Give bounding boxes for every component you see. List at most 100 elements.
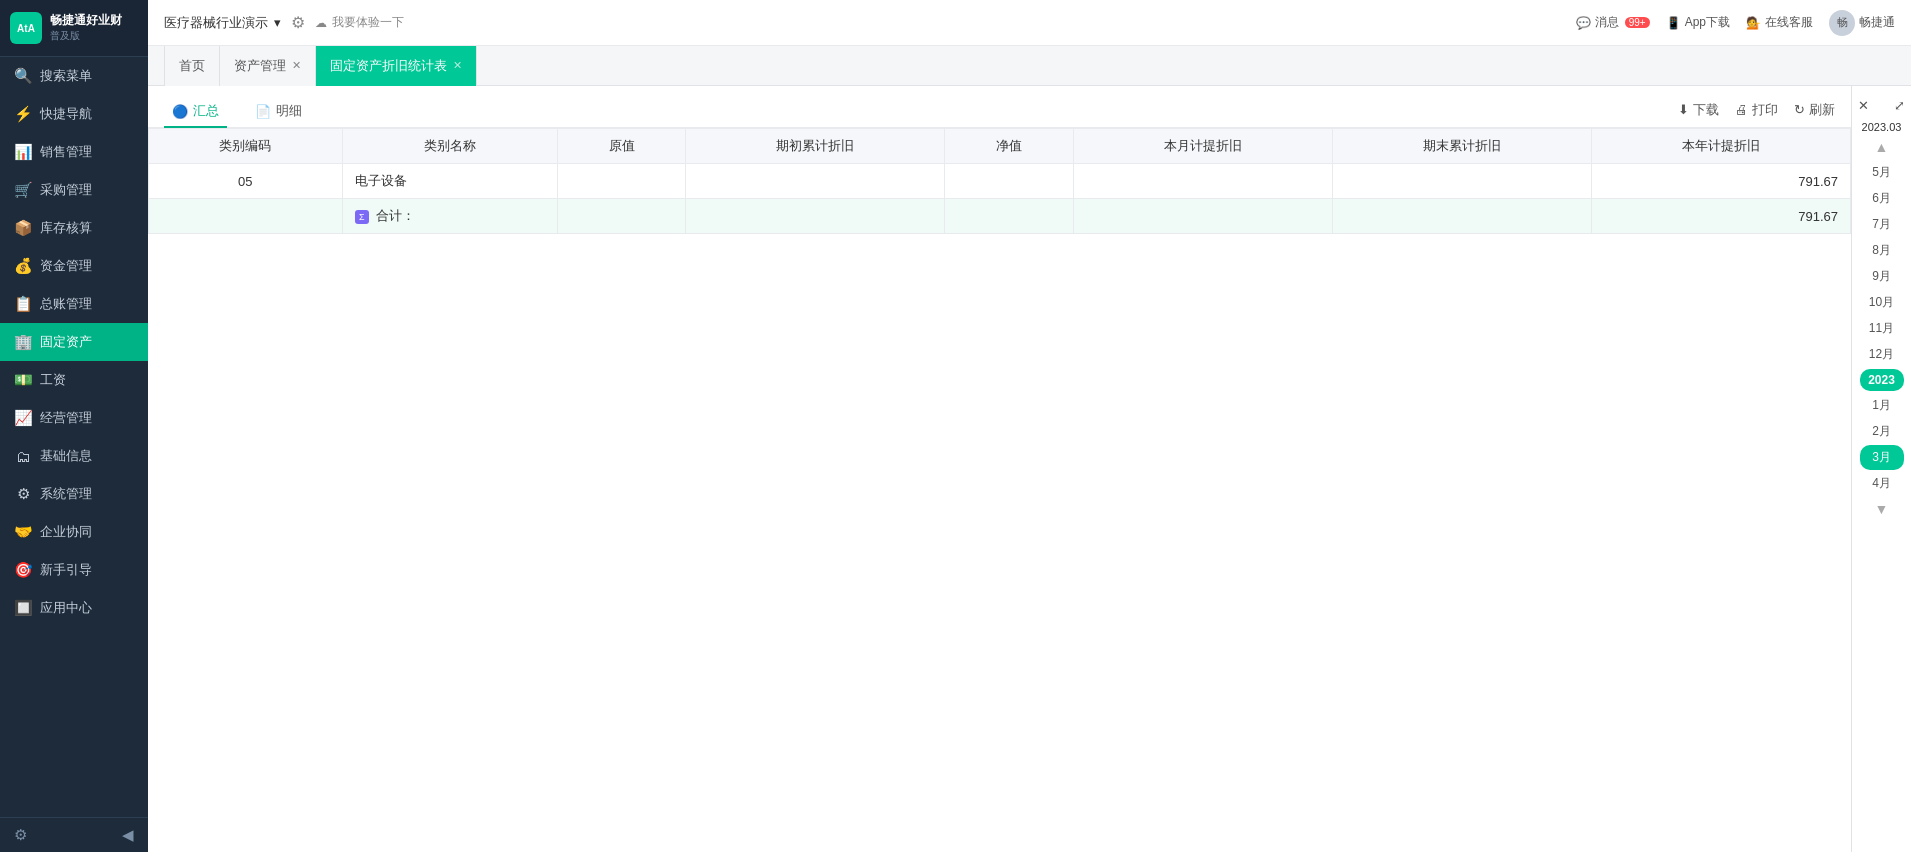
message-badge: 99+	[1625, 17, 1650, 28]
nav-icon-fixed-assets: 🏢	[14, 333, 32, 351]
panel-close-icon[interactable]: ✕	[1858, 98, 1869, 113]
sidebar-item-guide[interactable]: 🎯新手引导	[0, 551, 148, 589]
online-service-btn[interactable]: 💁 在线客服	[1746, 14, 1813, 31]
cell-end-acc	[1332, 164, 1591, 199]
col-end-acc: 期末累计折旧	[1332, 129, 1591, 164]
topbar-settings-icon[interactable]: ⚙	[291, 13, 305, 32]
month-9[interactable]: 9月	[1860, 264, 1904, 289]
year-marker[interactable]: 2023	[1860, 369, 1904, 391]
months-current-list: 1月 2月 3月 4月	[1860, 392, 1904, 497]
right-date-panel: ✕ ⤢ 2023.03 ▲ 5月 6月 7月 8月 9月 10月 11月 12月…	[1851, 86, 1911, 852]
col-code: 类别编码	[149, 129, 343, 164]
month-10[interactable]: 10月	[1860, 290, 1904, 315]
cell-begin-acc	[686, 164, 945, 199]
cell-code: 05	[149, 164, 343, 199]
service-icon: 💁	[1746, 16, 1761, 30]
month-7[interactable]: 7月	[1860, 212, 1904, 237]
nav-icon-fund: 💰	[14, 257, 32, 275]
experience-btn[interactable]: ☁ 我要体验一下	[315, 14, 404, 31]
app-icon: 📱	[1666, 16, 1681, 30]
cell-monthly	[1073, 164, 1332, 199]
tab-close-depreciation[interactable]: ✕	[453, 59, 462, 72]
tab-depreciation-report[interactable]: 固定资产折旧统计表 ✕	[316, 46, 477, 86]
depreciation-table: 类别编码 类别名称 原值 期初累计折旧 净值 本月计提折旧 期末累计折旧 本年计…	[148, 128, 1851, 234]
col-original: 原值	[558, 129, 686, 164]
nav-icon-ops: 📈	[14, 409, 32, 427]
nav-label-payroll: 工资	[40, 371, 66, 389]
panel-header: ✕ ⤢	[1852, 94, 1911, 117]
print-icon: 🖨	[1735, 102, 1748, 117]
app-download-btn[interactable]: 📱 App下载	[1666, 14, 1730, 31]
sub-tab-detail[interactable]: 📄 明细	[247, 96, 310, 128]
company-selector[interactable]: 医疗器械行业演示 ▾	[164, 14, 281, 32]
sidebar-item-app-center[interactable]: 🔲应用中心	[0, 589, 148, 627]
nav-label-search: 搜索菜单	[40, 67, 92, 85]
month-11[interactable]: 11月	[1860, 316, 1904, 341]
content-area: 🔵 汇总 📄 明细 ⬇ 下载 🖨 打印	[148, 86, 1851, 852]
user-profile[interactable]: 畅 畅捷通	[1829, 10, 1895, 36]
refresh-icon: ↻	[1794, 102, 1805, 117]
cell-net	[945, 164, 1073, 199]
nav-down-arrow[interactable]: ▼	[1871, 497, 1893, 521]
tab-bar: 首页 资产管理 ✕ 固定资产折旧统计表 ✕	[148, 46, 1911, 86]
print-btn[interactable]: 🖨 打印	[1735, 101, 1778, 119]
nav-label-sales: 销售管理	[40, 143, 92, 161]
month-2[interactable]: 2月	[1860, 419, 1904, 444]
cell-name: 电子设备	[342, 164, 557, 199]
sub-tab-summary[interactable]: 🔵 汇总	[164, 96, 227, 128]
month-4[interactable]: 4月	[1860, 471, 1904, 496]
sidebar-item-ops[interactable]: 📈 经营管理	[0, 399, 148, 437]
sidebar-footer: ⚙ ◀	[0, 817, 148, 852]
nav-icon-app-center: 🔲	[14, 599, 32, 617]
messages-btn[interactable]: 💬 消息 99+	[1576, 14, 1650, 31]
download-btn[interactable]: ⬇ 下载	[1678, 101, 1719, 119]
sidebar-item-ledger[interactable]: 📋总账管理	[0, 285, 148, 323]
summary-end-acc	[1332, 199, 1591, 234]
settings-icon[interactable]: ⚙	[14, 826, 27, 844]
nav-label-purchase: 采购管理	[40, 181, 92, 199]
nav-label-ops: 经营管理	[40, 409, 92, 427]
cloud-icon: ☁	[315, 16, 327, 30]
tab-asset-mgmt[interactable]: 资产管理 ✕	[220, 46, 316, 86]
summary-monthly	[1073, 199, 1332, 234]
summary-label-cell	[149, 199, 343, 234]
nav-icon-ledger: 📋	[14, 295, 32, 313]
col-monthly: 本月计提折旧	[1073, 129, 1332, 164]
sidebar-item-purchase[interactable]: 🛒采购管理	[0, 171, 148, 209]
month-3-active[interactable]: 3月	[1860, 445, 1904, 470]
tab-home[interactable]: 首页	[164, 46, 220, 86]
nav-icon-payroll: 💵	[14, 371, 32, 389]
nav-label-base-info: 基础信息	[40, 447, 92, 465]
sidebar-item-sys-mgmt[interactable]: ⚙系统管理	[0, 475, 148, 513]
sidebar-item-enterprise[interactable]: 🤝企业协同	[0, 513, 148, 551]
nav-icon-base-info: 🗂	[14, 448, 32, 465]
nav-label-enterprise: 企业协同	[40, 523, 92, 541]
sidebar-item-sales[interactable]: 📊销售管理	[0, 133, 148, 171]
refresh-btn[interactable]: ↻ 刷新	[1794, 101, 1835, 119]
sidebar-item-inventory[interactable]: 📦库存核算	[0, 209, 148, 247]
month-12[interactable]: 12月	[1860, 342, 1904, 367]
col-annual: 本年计提折旧	[1591, 129, 1850, 164]
nav-icon-sys-mgmt: ⚙	[14, 485, 32, 503]
sidebar-item-fixed-assets[interactable]: 🏢固定资产	[0, 323, 148, 361]
month-6[interactable]: 6月	[1860, 186, 1904, 211]
summary-original	[558, 199, 686, 234]
sidebar-item-search[interactable]: 🔍搜索菜单	[0, 57, 148, 95]
nav-up-arrow[interactable]: ▲	[1871, 135, 1893, 159]
summary-icon: Σ	[355, 210, 369, 224]
nav-label-guide: 新手引导	[40, 561, 92, 579]
sidebar-item-quick-nav[interactable]: ⚡快捷导航	[0, 95, 148, 133]
main-content: 医疗器械行业演示 ▾ ⚙ ☁ 我要体验一下 💬 消息 99+ 📱 App下载 💁…	[148, 0, 1911, 852]
nav-label-fund: 资金管理	[40, 257, 92, 275]
sidebar-item-base-info[interactable]: 🗂 基础信息	[0, 437, 148, 475]
panel-expand-icon[interactable]: ⤢	[1894, 98, 1905, 113]
sidebar-item-payroll[interactable]: 💵 工资	[0, 361, 148, 399]
month-8[interactable]: 8月	[1860, 238, 1904, 263]
col-name: 类别名称	[342, 129, 557, 164]
month-1[interactable]: 1月	[1860, 393, 1904, 418]
collapse-icon[interactable]: ◀	[122, 826, 134, 844]
sidebar-item-fund[interactable]: 💰 资金管理	[0, 247, 148, 285]
nav-label-inventory: 库存核算	[40, 219, 92, 237]
tab-close-asset-mgmt[interactable]: ✕	[292, 59, 301, 72]
month-5[interactable]: 5月	[1860, 160, 1904, 185]
